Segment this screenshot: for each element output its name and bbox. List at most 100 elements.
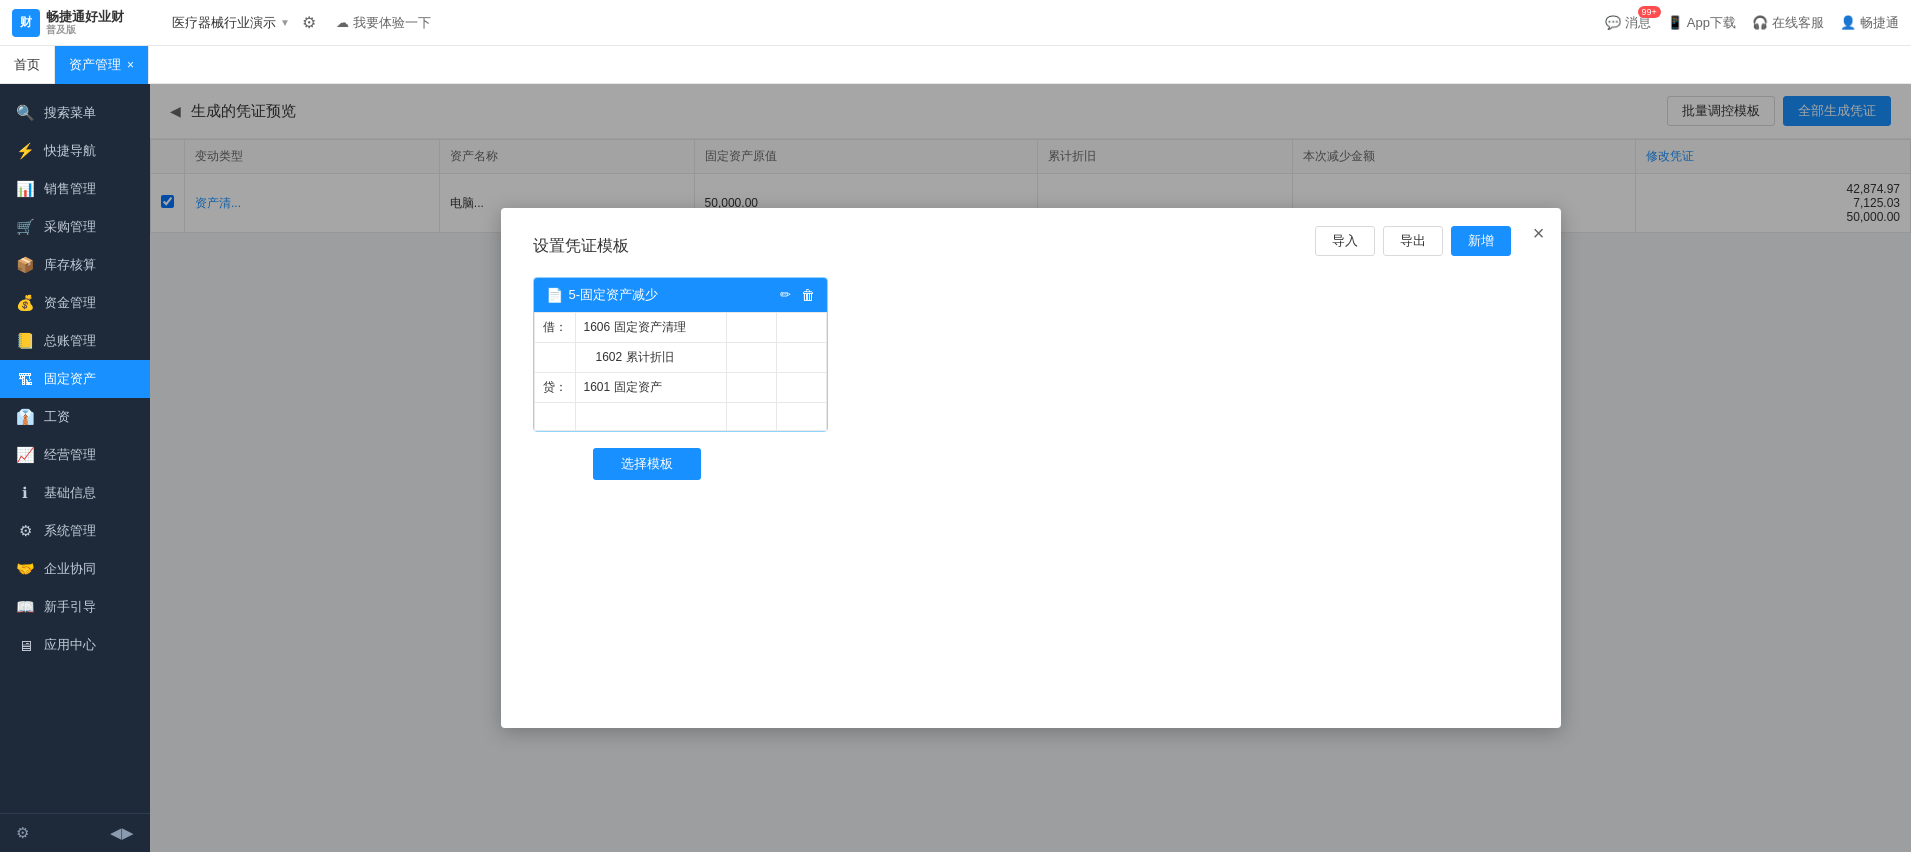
sidebar-item-system[interactable]: ⚙ 系统管理 xyxy=(0,512,150,550)
company-selector[interactable]: 医疗器械行业演示 ▼ xyxy=(172,14,290,32)
logo-icon: 财 xyxy=(12,9,40,37)
select-template-button[interactable]: 选择模板 xyxy=(593,448,701,480)
sidebar-item-sales[interactable]: 📊 销售管理 xyxy=(0,170,150,208)
sidebar-label-fixed-assets: 固定资产 xyxy=(44,370,96,388)
template-row-4 xyxy=(534,403,826,431)
enterprise-icon: 🤝 xyxy=(16,560,34,578)
sidebar-item-finance[interactable]: 💰 资金管理 xyxy=(0,284,150,322)
template-entries-table: 借： 1606 固定资产清理 1602 累计折旧 xyxy=(534,312,827,431)
top-nav: 医疗器械行业演示 ▼ ⚙ ☁ 我要体验一下 xyxy=(162,13,1605,32)
modal-overlay: × 设置凭证模板 导入 导出 新增 xyxy=(150,84,1911,852)
top-bar: 财 畅捷通好业财 普及版 医疗器械行业演示 ▼ ⚙ ☁ 我要体验一下 💬 消息 … xyxy=(0,0,1911,46)
entry-code-2: 1602 累计折旧 xyxy=(575,343,726,373)
template-card-area: 📄 5-固定资产减少 ✏ 🗑 xyxy=(533,277,1529,480)
company-name: 医疗器械行业演示 xyxy=(172,14,276,32)
sidebar-item-purchase[interactable]: 🛒 采购管理 xyxy=(0,208,150,246)
entry-direction-1: 借： xyxy=(534,313,575,343)
entry-direction-2 xyxy=(534,343,575,373)
company-arrow-icon: ▼ xyxy=(280,17,290,28)
phone-icon: 📱 xyxy=(1667,15,1683,30)
sidebar-item-operations[interactable]: 📈 经营管理 xyxy=(0,436,150,474)
user-label: 畅捷通 xyxy=(1860,14,1899,32)
quick-nav-icon: ⚡ xyxy=(16,142,34,160)
sidebar-item-inventory[interactable]: 📦 库存核算 xyxy=(0,246,150,284)
template-card-header-actions: ✏ 🗑 xyxy=(780,287,815,303)
select-template-area: 选择模板 xyxy=(533,448,1529,480)
online-service-button[interactable]: 🎧 在线客服 xyxy=(1752,14,1824,32)
messages-button[interactable]: 💬 消息 99+ xyxy=(1605,14,1651,32)
template-card-title: 5-固定资产减少 xyxy=(569,286,659,304)
user-menu[interactable]: 👤 畅捷通 xyxy=(1840,14,1899,32)
sidebar-item-ledger[interactable]: 📒 总账管理 xyxy=(0,322,150,360)
sidebar-item-quick-nav[interactable]: ⚡ 快捷导航 xyxy=(0,132,150,170)
sidebar-label-system: 系统管理 xyxy=(44,522,96,540)
basic-info-icon: ℹ xyxy=(16,484,34,502)
new-template-button[interactable]: 新增 xyxy=(1451,226,1511,256)
sidebar-label-app-center: 应用中心 xyxy=(44,636,96,654)
sidebar: 🔍 搜索菜单 ⚡ 快捷导航 📊 销售管理 🛒 采购管理 📦 库存核算 xyxy=(0,84,150,852)
sidebar-settings-icon[interactable]: ⚙ xyxy=(16,824,29,842)
app-logo: 财 畅捷通好业财 普及版 xyxy=(12,9,162,37)
content-area: ◀ 生成的凭证预览 批量调控模板 全部生成凭证 变动类型 xyxy=(150,84,1911,852)
message-icon: 💬 xyxy=(1605,15,1621,30)
sidebar-collapse-icon[interactable]: ◀▶ xyxy=(110,824,134,842)
template-edit-icon[interactable]: ✏ xyxy=(780,287,791,303)
online-service-label: 在线客服 xyxy=(1772,14,1824,32)
sidebar-item-guide[interactable]: 📖 新手引导 xyxy=(0,588,150,626)
entry-col4-4 xyxy=(776,403,826,431)
sidebar-item-basic-info[interactable]: ℹ 基础信息 xyxy=(0,474,150,512)
entry-direction-4 xyxy=(534,403,575,431)
settings-icon[interactable]: ⚙ xyxy=(302,13,316,32)
tab-home[interactable]: 首页 xyxy=(0,46,55,84)
sidebar-item-app-center[interactable]: 🖥 应用中心 xyxy=(0,626,150,664)
sidebar-label-enterprise: 企业协同 xyxy=(44,560,96,578)
guide-icon: 📖 xyxy=(16,598,34,616)
app-download-button[interactable]: 📱 App下载 xyxy=(1667,14,1736,32)
sidebar-label-search: 搜索菜单 xyxy=(44,104,96,122)
tab-asset-management[interactable]: 资产管理 × xyxy=(55,46,149,84)
experience-button[interactable]: ☁ 我要体验一下 xyxy=(336,14,431,32)
export-button[interactable]: 导出 xyxy=(1383,226,1443,256)
entry-col3-2 xyxy=(726,343,776,373)
entry-col3-3 xyxy=(726,373,776,403)
finance-icon: 💰 xyxy=(16,294,34,312)
template-card: 📄 5-固定资产减少 ✏ 🗑 xyxy=(533,277,828,432)
import-button[interactable]: 导入 xyxy=(1315,226,1375,256)
sidebar-item-salary[interactable]: 👔 工资 xyxy=(0,398,150,436)
tab-home-label: 首页 xyxy=(14,56,40,74)
tab-close-icon[interactable]: × xyxy=(127,58,134,72)
template-name: 固定资产减少 xyxy=(580,287,658,302)
entry-col4-2 xyxy=(776,343,826,373)
template-row-1: 借： 1606 固定资产清理 xyxy=(534,313,826,343)
entry-code-1: 1606 固定资产清理 xyxy=(575,313,726,343)
sidebar-item-fixed-assets[interactable]: 🏗 固定资产 xyxy=(0,360,150,398)
entry-direction-3: 贷： xyxy=(534,373,575,403)
sidebar-label-finance: 资金管理 xyxy=(44,294,96,312)
sidebar-label-quick-nav: 快捷导航 xyxy=(44,142,96,160)
user-icon: 👤 xyxy=(1840,15,1856,30)
entry-col3-4 xyxy=(726,403,776,431)
modal-dialog: × 设置凭证模板 导入 导出 新增 xyxy=(501,208,1561,728)
fixed-assets-icon: 🏗 xyxy=(16,371,34,388)
template-doc-icon: 📄 xyxy=(546,287,563,303)
top-right-actions: 💬 消息 99+ 📱 App下载 🎧 在线客服 👤 畅捷通 xyxy=(1605,14,1899,32)
sidebar-label-ledger: 总账管理 xyxy=(44,332,96,350)
sidebar-label-basic-info: 基础信息 xyxy=(44,484,96,502)
modal-close-button[interactable]: × xyxy=(1533,222,1545,245)
sidebar-menu: 🔍 搜索菜单 ⚡ 快捷导航 📊 销售管理 🛒 采购管理 📦 库存核算 xyxy=(0,84,150,674)
messages-badge: 99+ xyxy=(1638,6,1661,18)
sidebar-item-enterprise[interactable]: 🤝 企业协同 xyxy=(0,550,150,588)
experience-label: 我要体验一下 xyxy=(353,14,431,32)
entry-col4-1 xyxy=(776,313,826,343)
template-row-3: 贷： 1601 固定资产 xyxy=(534,373,826,403)
entry-col4-3 xyxy=(776,373,826,403)
template-delete-icon[interactable]: 🗑 xyxy=(801,287,815,303)
sidebar-bottom: ⚙ ◀▶ xyxy=(0,813,150,852)
app-center-icon: 🖥 xyxy=(16,637,34,654)
sidebar-label-inventory: 库存核算 xyxy=(44,256,96,274)
sidebar-label-salary: 工资 xyxy=(44,408,70,426)
template-id: 5 xyxy=(569,287,576,302)
logo-text: 畅捷通好业财 普及版 xyxy=(46,9,124,37)
sidebar-item-search[interactable]: 🔍 搜索菜单 xyxy=(0,94,150,132)
ledger-icon: 📒 xyxy=(16,332,34,350)
